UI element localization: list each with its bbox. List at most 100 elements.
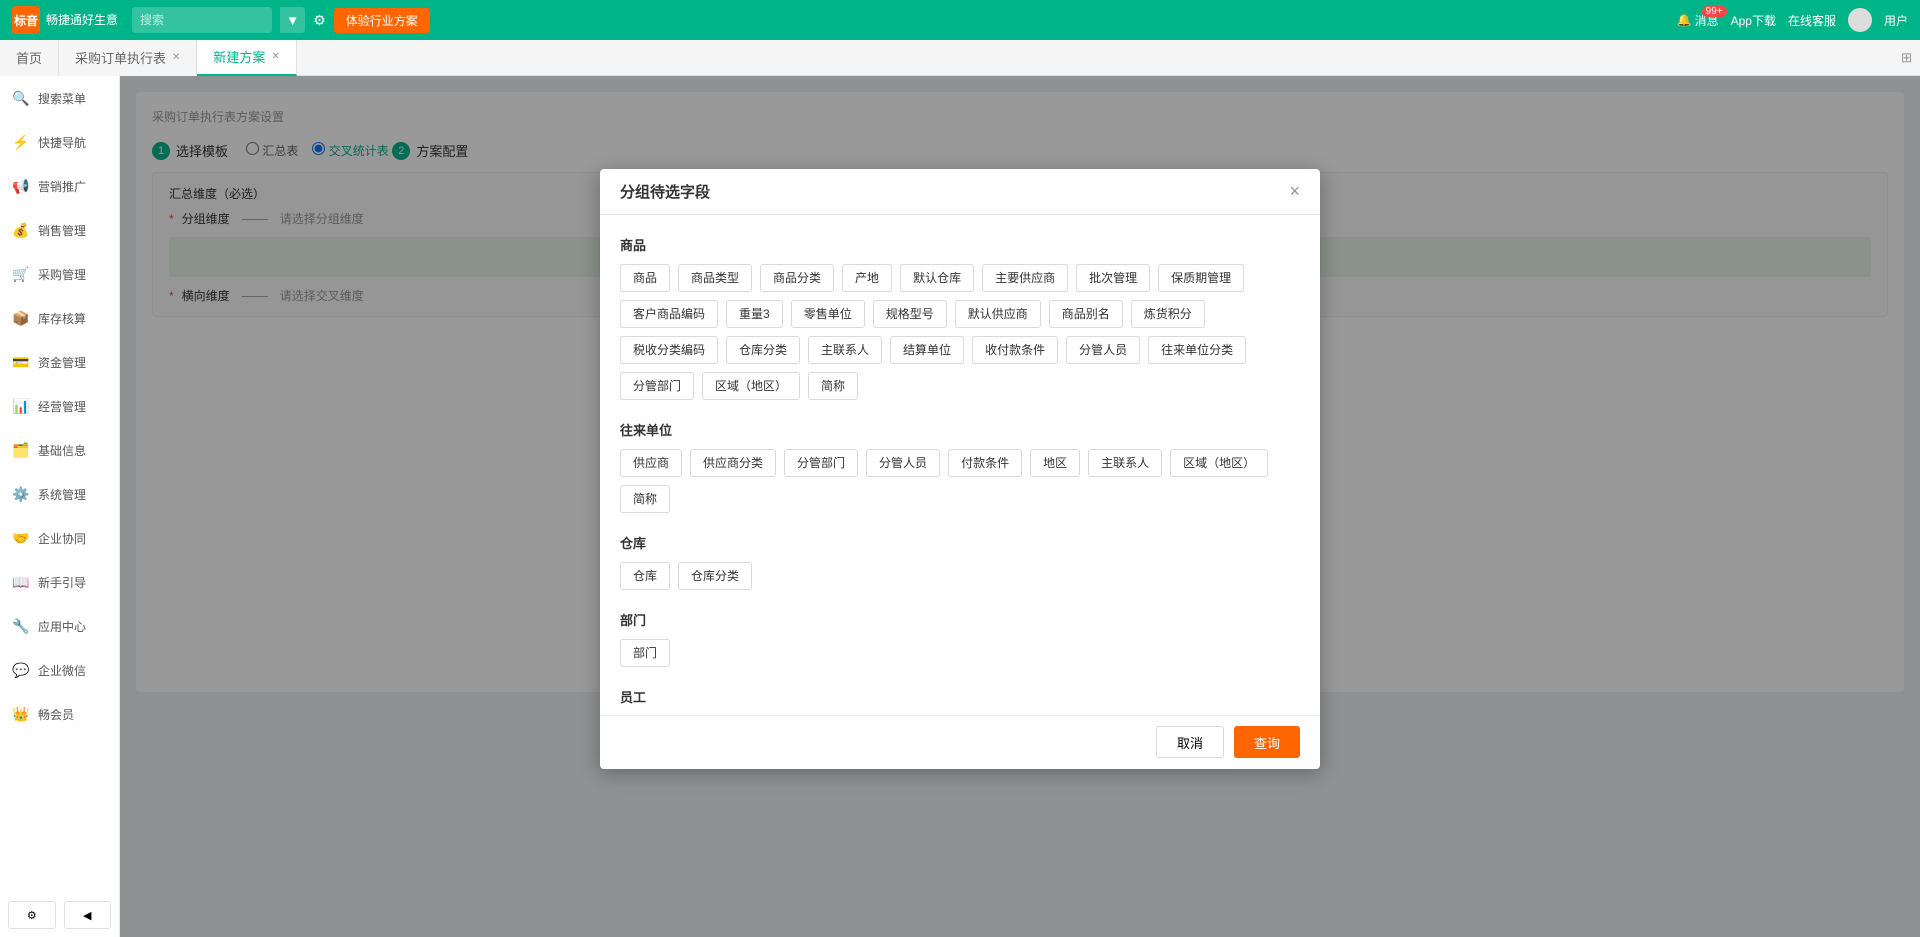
tab-home[interactable]: 首页 (0, 40, 59, 76)
sidebar-item-operations[interactable]: 📊 经营管理 (0, 384, 119, 428)
section-department: 部门 部门 (620, 610, 1300, 667)
sidebar-item-member[interactable]: 👑 畅会员 (0, 692, 119, 736)
sidebar-item-marketing[interactable]: 📢 营销推广 (0, 164, 119, 208)
sidebar-item-guide[interactable]: 📖 新手引导 (0, 560, 119, 604)
field-tag-batch-management[interactable]: 批次管理 (1076, 264, 1150, 292)
sidebar-item-guide-label: 新手引导 (38, 574, 86, 591)
sidebar-settings-btn[interactable]: ⚙ (8, 901, 56, 929)
sidebar-item-search[interactable]: 🔍 搜索菜单 (0, 76, 119, 120)
sidebar-item-app[interactable]: 🔧 应用中心 (0, 604, 119, 648)
field-tag-main-contact-partner[interactable]: 主联系人 (1088, 449, 1162, 477)
sidebar-item-basic[interactable]: 🗂️ 基础信息 (0, 428, 119, 472)
sidebar-item-wechat-label: 企业微信 (38, 662, 86, 679)
field-tag-origin[interactable]: 产地 (842, 264, 892, 292)
tab-purchase-execution[interactable]: 采购订单执行表 ✕ (59, 40, 197, 76)
field-tag-payment-terms[interactable]: 收付款条件 (972, 336, 1058, 364)
settings-icon[interactable]: ⚙ (313, 12, 326, 29)
sidebar-item-quick-nav[interactable]: ⚡ 快捷导航 (0, 120, 119, 164)
user-name: 用户 (1884, 12, 1908, 29)
field-tag-abbreviation-partner[interactable]: 简称 (620, 485, 670, 513)
field-tag-warehouse[interactable]: 仓库 (620, 562, 670, 590)
sidebar-item-operations-label: 经营管理 (38, 398, 86, 415)
field-tag-region-partner[interactable]: 区域（地区） (1170, 449, 1268, 477)
tab-new-scheme-close[interactable]: ✕ (271, 51, 279, 62)
notification-area[interactable]: 🔔 99+ 消息 (1677, 12, 1719, 29)
sidebar-item-system[interactable]: ⚙️ 系统管理 (0, 472, 119, 516)
tab-purchase-close[interactable]: ✕ (172, 52, 180, 63)
field-tag-dept-in-charge[interactable]: 分管部门 (784, 449, 858, 477)
marketing-icon: 📢 (12, 178, 30, 195)
sidebar: 🔍 搜索菜单 ⚡ 快捷导航 📢 营销推广 💰 销售管理 🛒 采购管理 📦 库存核… (0, 76, 120, 937)
sidebar-collapse-btn[interactable]: ◀ (64, 901, 112, 929)
search-icon: 🔍 (12, 90, 30, 107)
basic-icon: 🗂️ (12, 442, 30, 459)
field-tag-refine-points[interactable]: 炼货积分 (1131, 300, 1205, 328)
field-tag-default-supplier[interactable]: 默认供应商 (955, 300, 1041, 328)
sidebar-item-sales[interactable]: 💰 销售管理 (0, 208, 119, 252)
logo-area: 标音 畅捷通好生意 (12, 6, 132, 34)
field-tag-default-warehouse[interactable]: 默认仓库 (900, 264, 974, 292)
operations-icon: 📊 (12, 398, 30, 415)
field-tag-spec-model[interactable]: 规格型号 (873, 300, 947, 328)
field-tag-area[interactable]: 地区 (1030, 449, 1080, 477)
confirm-button[interactable]: 查询 (1234, 726, 1300, 758)
field-tag-customer-code[interactable]: 客户商品编码 (620, 300, 718, 328)
system-icon: ⚙️ (12, 486, 30, 503)
sidebar-item-cooperation-label: 企业协同 (38, 530, 86, 547)
sidebar-item-wechat[interactable]: 💬 企业微信 (0, 648, 119, 692)
modal-body: 商品 商品 商品类型 商品分类 产地 默认仓库 主要供应商 批次管理 保质期管理… (600, 215, 1320, 715)
trial-button[interactable]: 体验行业方案 (334, 8, 430, 33)
section-partner: 往来单位 供应商 供应商分类 分管部门 分管人员 付款条件 地区 主联系人 区域… (620, 420, 1300, 513)
sidebar-item-purchase-label: 采购管理 (38, 266, 86, 283)
sidebar-item-marketing-label: 营销推广 (38, 178, 86, 195)
field-tag-retail-unit[interactable]: 零售单位 (791, 300, 865, 328)
sidebar-item-finance-label: 资金管理 (38, 354, 86, 371)
field-tag-partner-category[interactable]: 往来单位分类 (1148, 336, 1246, 364)
field-tag-warehouse-type[interactable]: 仓库分类 (678, 562, 752, 590)
sidebar-item-inventory[interactable]: 📦 库存核算 (0, 296, 119, 340)
field-tag-tax-code[interactable]: 税收分类编码 (620, 336, 718, 364)
header-search-dropdown[interactable]: ▼ (280, 7, 305, 33)
field-tag-product[interactable]: 商品 (620, 264, 670, 292)
sidebar-item-sales-label: 销售管理 (38, 222, 86, 239)
section-warehouse: 仓库 仓库 仓库分类 (620, 533, 1300, 590)
field-tag-region-product[interactable]: 区域（地区） (702, 372, 800, 400)
app-download-link[interactable]: App下载 (1731, 12, 1776, 29)
field-tag-main-contact[interactable]: 主联系人 (808, 336, 882, 364)
field-tag-product-category[interactable]: 商品分类 (760, 264, 834, 292)
inventory-icon: 📦 (12, 310, 30, 327)
header-right: 🔔 99+ 消息 App下载 在线客服 用户 (1677, 8, 1908, 32)
tab-expand-btn[interactable]: ⊞ (1893, 50, 1920, 66)
sidebar-item-cooperation[interactable]: 🤝 企业协同 (0, 516, 119, 560)
field-tag-settlement-unit[interactable]: 结算单位 (890, 336, 964, 364)
field-tag-shelf-life[interactable]: 保质期管理 (1158, 264, 1244, 292)
online-service-link[interactable]: 在线客服 (1788, 12, 1836, 29)
sidebar-item-purchase[interactable]: 🛒 采购管理 (0, 252, 119, 296)
field-tag-payment-condition[interactable]: 付款条件 (948, 449, 1022, 477)
field-tag-product-alias[interactable]: 商品别名 (1049, 300, 1123, 328)
logo-text: 畅捷通好生意 (46, 13, 118, 27)
field-tag-supplier-category[interactable]: 供应商分类 (690, 449, 776, 477)
header-search-input[interactable] (132, 7, 272, 33)
modal-close-button[interactable]: × (1289, 181, 1300, 202)
sidebar-bottom: ⚙ ◀ (0, 893, 119, 937)
field-tag-weight[interactable]: 重量3 (726, 300, 783, 328)
field-tag-department[interactable]: 部门 (620, 639, 670, 667)
modal-footer: 取消 查询 (600, 715, 1320, 769)
sidebar-item-finance[interactable]: 💳 资金管理 (0, 340, 119, 384)
sales-icon: 💰 (12, 222, 30, 239)
field-tag-person-in-charge[interactable]: 分管人员 (866, 449, 940, 477)
tab-new-scheme[interactable]: 新建方案 ✕ (197, 40, 296, 76)
field-tag-warehouse-category[interactable]: 仓库分类 (726, 336, 800, 364)
field-tag-supplier[interactable]: 供应商 (620, 449, 682, 477)
guide-icon: 📖 (12, 574, 30, 591)
field-tag-product-type[interactable]: 商品类型 (678, 264, 752, 292)
field-tag-main-supplier[interactable]: 主要供应商 (982, 264, 1068, 292)
field-tag-abbreviation-product[interactable]: 简称 (808, 372, 858, 400)
field-tag-manager[interactable]: 分管人员 (1066, 336, 1140, 364)
avatar[interactable] (1848, 8, 1872, 32)
sidebar-item-member-label: 畅会员 (38, 706, 74, 723)
cancel-button[interactable]: 取消 (1156, 726, 1224, 758)
app-icon: 🔧 (12, 618, 30, 635)
field-tag-department-in-charge[interactable]: 分管部门 (620, 372, 694, 400)
